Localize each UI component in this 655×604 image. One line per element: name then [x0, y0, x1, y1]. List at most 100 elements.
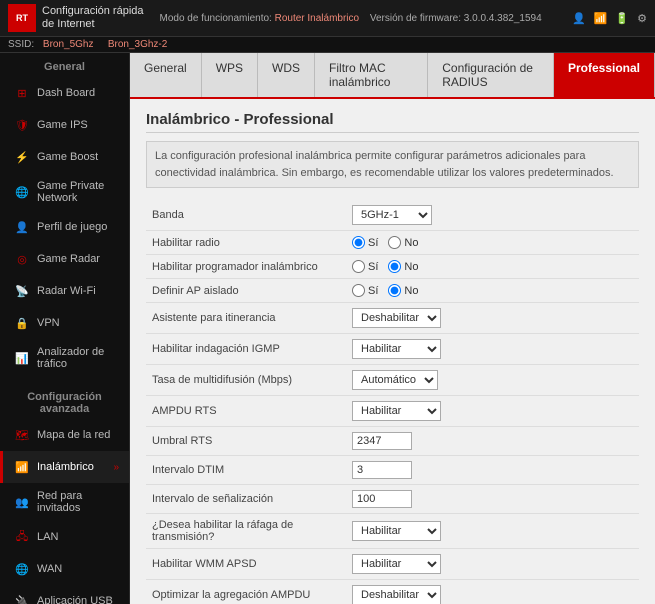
row-label-wmm: Habilitar WMM APSD	[146, 549, 346, 580]
row-control-asistente: Deshabilitar Habilitar	[346, 303, 639, 334]
row-label-banda: Banda	[146, 200, 346, 231]
row-label-igmp: Habilitar indagación IGMP	[146, 334, 346, 365]
ssid-row: SSID: Bron_5Ghz Bron_3Ghz-2	[0, 37, 655, 53]
sidebar-item-vpn[interactable]: 🔒 VPN	[0, 307, 129, 339]
top-bar-right: 👤 📶 🔋 ⚙	[572, 12, 647, 25]
lan-icon: 🖧	[13, 528, 31, 546]
table-row: Tasa de multidifusión (Mbps) Automático …	[146, 365, 639, 396]
guest-icon: 👥	[13, 493, 31, 511]
radio-si-radio[interactable]: Sí	[352, 236, 378, 249]
table-row: Habilitar programador inalámbrico Sí No	[146, 255, 639, 279]
sidebar-label-dashboard: Dash Board	[37, 87, 95, 99]
row-label-ap-aislado: Definir AP aislado	[146, 279, 346, 303]
row-label-multidifusion: Tasa de multidifusión (Mbps)	[146, 365, 346, 396]
table-row: Habilitar radio Sí No	[146, 231, 639, 255]
ampdu-rts-select[interactable]: Habilitar Deshabilitar	[352, 401, 441, 421]
description-text: La configuración profesional inalámbrica…	[146, 141, 639, 188]
sidebar-label-analizador: Analizador de tráfico	[37, 346, 119, 370]
row-label-umbral-rts: Umbral RTS	[146, 427, 346, 456]
table-row: AMPDU RTS Habilitar Deshabilitar	[146, 396, 639, 427]
sidebar-item-inalambrico[interactable]: 📶 Inalámbrico »	[0, 451, 129, 483]
ssid-label: SSID:	[8, 39, 34, 50]
table-row: Habilitar indagación IGMP Habilitar Desh…	[146, 334, 639, 365]
row-control-igmp: Habilitar Deshabilitar	[346, 334, 639, 365]
table-row: Habilitar WMM APSD Habilitar Deshabilita…	[146, 549, 639, 580]
dashboard-icon: ⊞	[13, 84, 31, 102]
radio-si-programador[interactable]: Sí	[352, 260, 378, 273]
table-row: Banda 5GHz-1 2.4GHz 5GHz-2	[146, 200, 639, 231]
row-label-rafaga: ¿Desea habilitar la ráfaga de transmisió…	[146, 514, 346, 549]
row-control-umbral-rts	[346, 427, 639, 456]
usb-icon: 🔌	[13, 592, 31, 604]
senalizacion-input[interactable]	[352, 490, 412, 508]
row-control-senalizacion	[346, 485, 639, 514]
sidebar-label-mapa: Mapa de la red	[37, 429, 110, 441]
sidebar-item-lan[interactable]: 🖧 LAN	[0, 521, 129, 553]
top-bar-left: RT Configuración rápida de Internet Modo…	[8, 4, 542, 32]
main-layout: General ⊞ Dash Board 🛡 Game IPS ⚡ Game B…	[0, 53, 655, 604]
table-row: Asistente para itinerancia Deshabilitar …	[146, 303, 639, 334]
settings-icon[interactable]: ⚙	[637, 12, 647, 25]
banda-select[interactable]: 5GHz-1 2.4GHz 5GHz-2	[352, 205, 432, 225]
row-label-dtim: Intervalo DTIM	[146, 456, 346, 485]
dtim-input[interactable]	[352, 461, 412, 479]
sidebar-item-gameboost[interactable]: ⚡ Game Boost	[0, 141, 129, 173]
sidebar-item-invitados[interactable]: 👥 Red para invitados	[0, 483, 129, 521]
table-row: Intervalo DTIM	[146, 456, 639, 485]
table-row: Optimizar la agregación AMPDU Deshabilit…	[146, 580, 639, 604]
row-label-ampdu-agg: Optimizar la agregación AMPDU	[146, 580, 346, 604]
sidebar-label-gameips: Game IPS	[37, 119, 88, 131]
tab-wps[interactable]: WPS	[202, 53, 258, 97]
arrow-icon: »	[113, 462, 119, 473]
radio-no-radio[interactable]: No	[388, 236, 418, 249]
table-row: Umbral RTS	[146, 427, 639, 456]
umbral-rts-input[interactable]	[352, 432, 412, 450]
tab-filtro[interactable]: Filtro MAC inalámbrico	[315, 53, 428, 97]
row-control-banda: 5GHz-1 2.4GHz 5GHz-2	[346, 200, 639, 231]
wmm-select[interactable]: Habilitar Deshabilitar	[352, 554, 441, 574]
ssid1-link[interactable]: Bron_5Ghz	[43, 39, 94, 50]
user-icon: 👤	[572, 12, 586, 25]
sidebar-item-radarwifi[interactable]: 📡 Radar Wi-Fi	[0, 275, 129, 307]
page-title: Inalámbrico - Professional	[146, 111, 639, 133]
sidebar-item-gameprivatenet[interactable]: 🌐 Game Private Network	[0, 173, 129, 211]
general-section-title: General	[0, 53, 129, 77]
wifi-icon: 📶	[594, 12, 608, 25]
sidebar-label-gameboost: Game Boost	[37, 151, 98, 163]
firmware-label: Modo de funcionamiento: Router Inalámbri…	[160, 13, 542, 24]
tab-radius[interactable]: Configuración de RADIUS	[428, 53, 554, 97]
row-control-programador: Sí No	[346, 255, 639, 279]
sidebar-item-wan[interactable]: 🌐 WAN	[0, 553, 129, 585]
sidebar-item-gameips[interactable]: 🛡 Game IPS	[0, 109, 129, 141]
sidebar-item-gameradar[interactable]: ◎ Game Radar	[0, 243, 129, 275]
vpn-icon: 🔒	[13, 314, 31, 332]
sidebar-item-mapadred[interactable]: 🗺 Mapa de la red	[0, 419, 129, 451]
battery-icon: 🔋	[615, 12, 629, 25]
tab-general[interactable]: General	[130, 53, 202, 97]
sidebar-label-gameradar: Game Radar	[37, 253, 100, 265]
sidebar-item-perfilJuego[interactable]: 👤 Perfil de juego	[0, 211, 129, 243]
sidebar-label-invitados: Red para invitados	[37, 490, 119, 514]
multidifusion-select[interactable]: Automático 1 2 5.5 11	[352, 370, 438, 390]
row-control-wmm: Habilitar Deshabilitar	[346, 549, 639, 580]
gameboost-icon: ⚡	[13, 148, 31, 166]
ssid2-link[interactable]: Bron_3Ghz-2	[108, 39, 167, 50]
sidebar-label-radarwifi: Radar Wi-Fi	[37, 285, 96, 297]
tab-professional[interactable]: Professional	[554, 53, 655, 97]
row-label-radio: Habilitar radio	[146, 231, 346, 255]
rafaga-select[interactable]: Habilitar Deshabilitar	[352, 521, 441, 541]
firmware-version: Versión de firmware: 3.0.0.4.382_1594	[370, 13, 542, 24]
sidebar-item-analizador[interactable]: 📊 Analizador de tráfico	[0, 339, 129, 377]
analyzer-icon: 📊	[13, 349, 31, 367]
igmp-select[interactable]: Habilitar Deshabilitar	[352, 339, 441, 359]
asistente-select[interactable]: Deshabilitar Habilitar	[352, 308, 441, 328]
ampdu-agg-select[interactable]: Deshabilitar Habilitar	[352, 585, 441, 604]
radio-no-programador[interactable]: No	[388, 260, 418, 273]
sidebar-item-usb[interactable]: 🔌 Aplicación USB	[0, 585, 129, 604]
map-icon: 🗺	[13, 426, 31, 444]
radio-si-ap[interactable]: Sí	[352, 284, 378, 297]
radio-no-ap[interactable]: No	[388, 284, 418, 297]
tab-wds[interactable]: WDS	[258, 53, 315, 97]
sidebar-item-dashboard[interactable]: ⊞ Dash Board	[0, 77, 129, 109]
table-row: Intervalo de señalización	[146, 485, 639, 514]
